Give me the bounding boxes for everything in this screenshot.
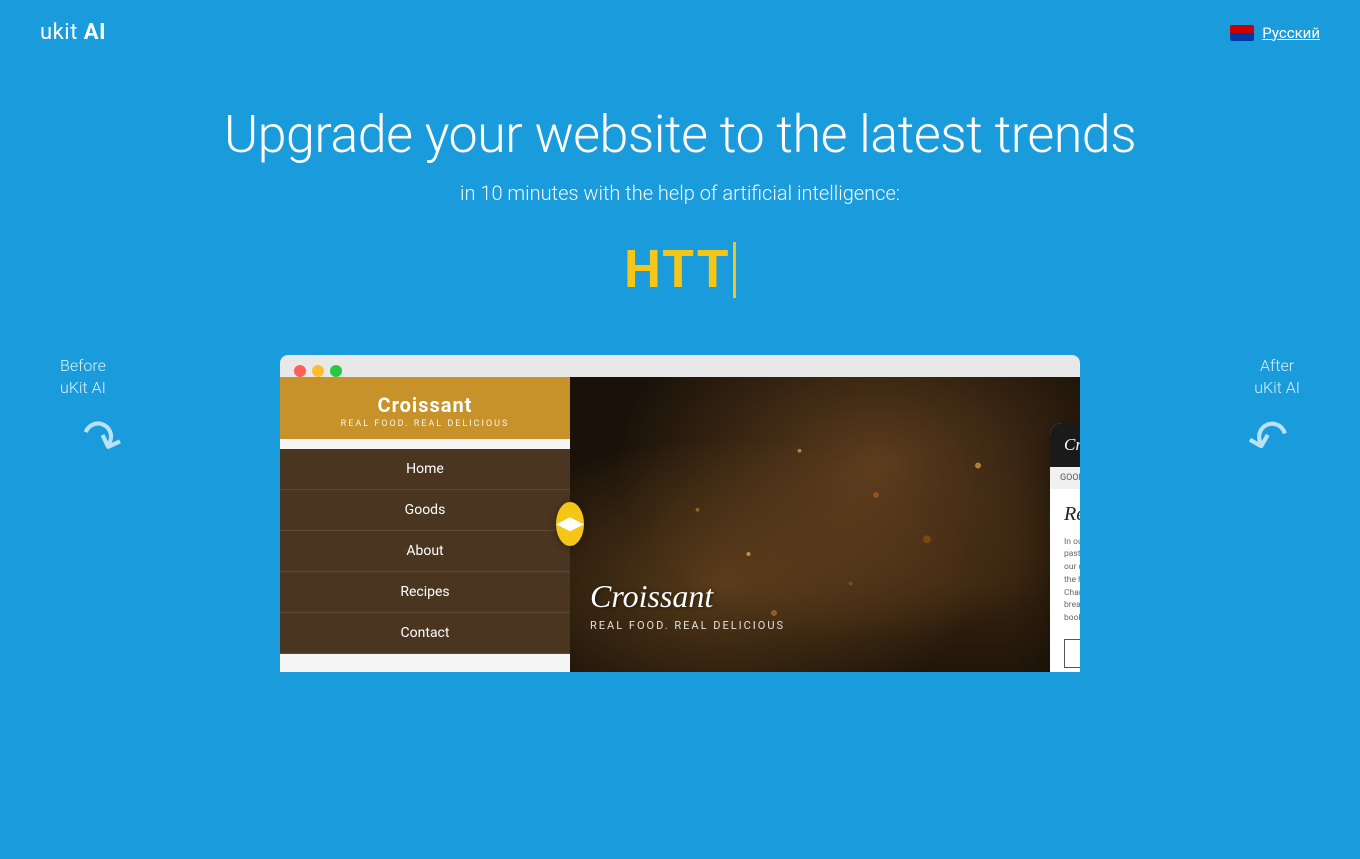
logo: ukit AI (40, 20, 106, 45)
slider-button[interactable]: ◀▶ (556, 502, 584, 546)
mobile-cta-button[interactable]: BOOK A TABLE (1064, 639, 1080, 668)
before-arrow-icon: ↷ (73, 409, 129, 470)
old-site-header: Croissant REAL FOOD. REAL DELICIOUS (280, 377, 570, 439)
language-link[interactable]: Русский (1262, 24, 1320, 42)
flag-icon (1230, 25, 1254, 41)
old-nav-recipes[interactable]: Recipes (280, 572, 570, 613)
mobile-nav-goods[interactable]: GOODS (1060, 473, 1080, 483)
new-site-title: Croissant (590, 578, 785, 615)
mobile-mockup: Croissant GOODS ABOUT RECIPES CONTACT (1050, 423, 1080, 672)
mobile-logo: Croissant (1064, 435, 1080, 455)
old-site-subtitle: REAL FOOD. REAL DELICIOUS (290, 419, 560, 429)
browser-mockup: Croissant REAL FOOD. REAL DELICIOUS Home… (280, 355, 1080, 672)
typed-text: HTT (624, 239, 731, 300)
mobile-header: Croissant (1050, 423, 1080, 467)
old-site-title: Croissant (290, 393, 560, 417)
hero-section: Upgrade your website to the latest trend… (0, 65, 1360, 325)
browser-chrome (280, 355, 1080, 377)
slider-arrows-icon: ◀▶ (556, 515, 584, 533)
comparison-section: Before uKit AI ↷ After uKit AI ↷ Croissa… (0, 355, 1360, 672)
browser-content: Croissant REAL FOOD. REAL DELICIOUS Home… (280, 377, 1080, 672)
browser-close-dot (294, 365, 306, 377)
after-label: After uKit AI (1254, 355, 1300, 400)
browser-minimize-dot (312, 365, 324, 377)
mobile-nav-bar: GOODS ABOUT RECIPES CONTACT (1050, 467, 1080, 489)
language-switcher[interactable]: Русский (1230, 24, 1320, 42)
after-arrow-icon: ↷ (1242, 410, 1295, 469)
mobile-content: Reservations In our cafe area you are in… (1050, 489, 1080, 672)
old-site-nav: Home Goods About Recipes Contact (280, 449, 570, 654)
mobile-page-heading: Reservations (1064, 503, 1080, 526)
old-nav-contact[interactable]: Contact (280, 613, 570, 654)
browser-maximize-dot (330, 365, 342, 377)
after-website-panel: Croissant REAL FOOD. REAL DELICIOUS (570, 377, 1080, 672)
old-nav-about[interactable]: About (280, 531, 570, 572)
before-website-panel: Croissant REAL FOOD. REAL DELICIOUS Home… (280, 377, 570, 672)
old-nav-goods[interactable]: Goods (280, 490, 570, 531)
new-site-overlay: Croissant REAL FOOD. REAL DELICIOUS (590, 578, 785, 632)
before-label: Before uKit AI (60, 355, 106, 400)
old-nav-home[interactable]: Home (280, 449, 570, 490)
typing-display: HTT (20, 235, 1340, 305)
typing-cursor (733, 242, 736, 298)
mobile-body-text: In our cafe area you are invited to purc… (1064, 536, 1080, 625)
hero-title: Upgrade your website to the latest trend… (20, 105, 1340, 165)
header: ukit AI Русский (0, 0, 1360, 65)
new-site-tagline: REAL FOOD. REAL DELICIOUS (590, 619, 785, 632)
hero-subtitle: in 10 minutes with the help of artificia… (20, 181, 1340, 205)
